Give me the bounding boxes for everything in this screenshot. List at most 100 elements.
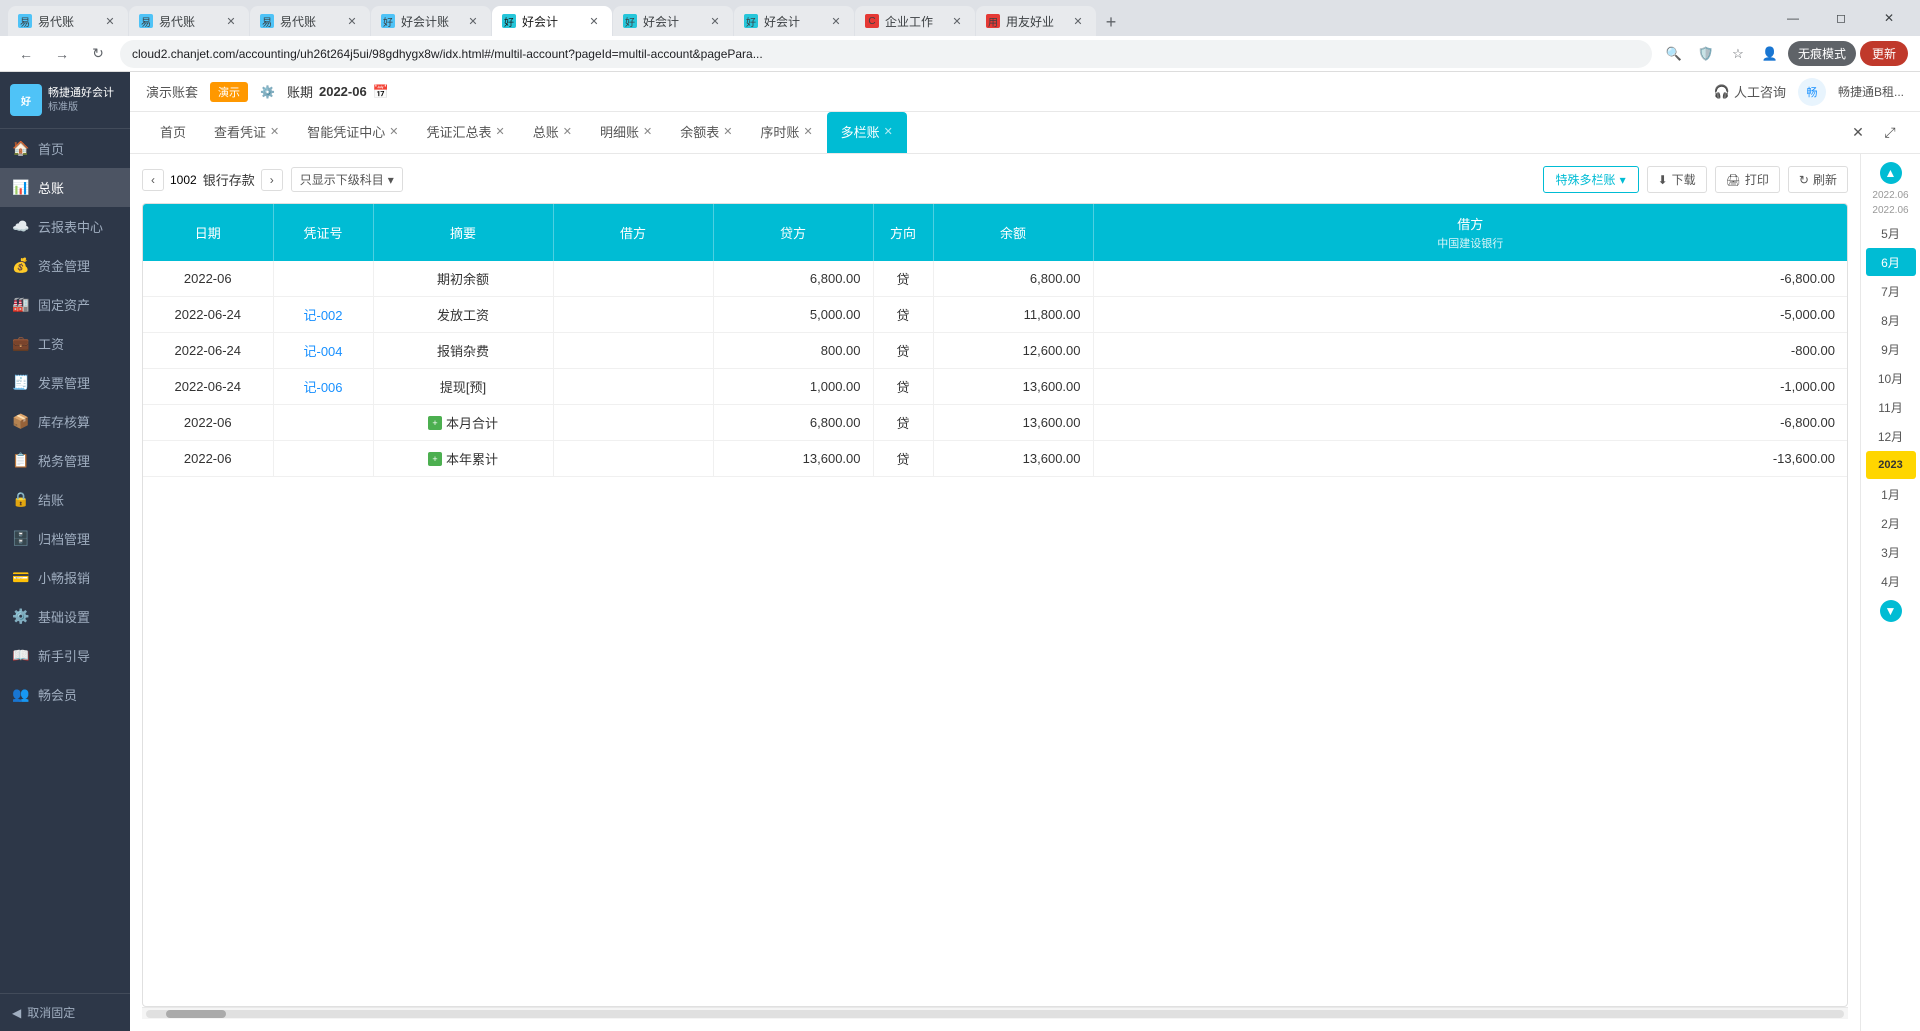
- star-icon[interactable]: ☆: [1724, 40, 1752, 68]
- nav-tab-view-voucher[interactable]: 查看凭证✕: [200, 112, 293, 153]
- nav-tab-close-balance-table[interactable]: ✕: [723, 125, 732, 138]
- month-item-11月[interactable]: 11月: [1866, 393, 1916, 421]
- nav-tab-smart-voucher[interactable]: 智能凭证中心✕: [293, 112, 412, 153]
- month-item-4月[interactable]: 4月: [1866, 567, 1916, 595]
- tab-close-icon[interactable]: ✕: [828, 13, 844, 29]
- tab-close-icon[interactable]: ✕: [344, 13, 360, 29]
- nav-tab-general-ledger[interactable]: 总账✕: [519, 112, 586, 153]
- user-avatar[interactable]: 畅: [1798, 78, 1826, 106]
- tab-close-icon[interactable]: ✕: [102, 13, 118, 29]
- filter-dropdown[interactable]: 只显示下级科目 ▾: [291, 167, 403, 192]
- nav-tab-close-multi-column[interactable]: ✕: [884, 125, 893, 138]
- month-item-2月[interactable]: 2月: [1866, 509, 1916, 537]
- sidebar-item-home[interactable]: 🏠 首页: [0, 129, 130, 168]
- month-item-6月[interactable]: 6月: [1866, 248, 1916, 276]
- tab-close-icon[interactable]: ✕: [223, 13, 239, 29]
- sidebar-item-fund[interactable]: 💰 资金管理: [0, 246, 130, 285]
- sidebar-item-inventory[interactable]: 📦 库存核算: [0, 402, 130, 441]
- month-item-7月[interactable]: 7月: [1866, 277, 1916, 305]
- tab-close-icon[interactable]: ✕: [707, 13, 723, 29]
- month-item-3月[interactable]: 3月: [1866, 538, 1916, 566]
- sidebar-item-settings[interactable]: ⚙️ 基础设置: [0, 597, 130, 636]
- browser-tab-1[interactable]: 易 易代账 ✕: [8, 6, 128, 36]
- sidebar-item-member[interactable]: 👥 畅会员: [0, 675, 130, 714]
- month-item-8月[interactable]: 8月: [1866, 306, 1916, 334]
- close-button[interactable]: ✕: [1866, 0, 1912, 36]
- voucher-link[interactable]: 记-002: [303, 308, 342, 323]
- nav-tab-balance-table[interactable]: 余额表✕: [666, 112, 746, 153]
- maximize-button[interactable]: ◻: [1818, 0, 1864, 36]
- browser-tab-6[interactable]: 好 好会计 ✕: [613, 6, 733, 36]
- consult-button[interactable]: 🎧 人工咨询: [1714, 82, 1786, 101]
- close-panel-button[interactable]: ✕: [1844, 119, 1872, 147]
- nav-tab-sequence-ledger[interactable]: 序时账✕: [746, 112, 826, 153]
- reload-button[interactable]: ↻: [84, 40, 112, 68]
- sidebar-item-expense[interactable]: 💳 小畅报销: [0, 558, 130, 597]
- back-button[interactable]: ←: [12, 40, 40, 68]
- month-item-5月[interactable]: 5月: [1866, 219, 1916, 247]
- print-button[interactable]: 🖨 打印: [1715, 166, 1780, 193]
- next-account-button[interactable]: ›: [261, 169, 283, 191]
- sidebar-item-fixed-asset[interactable]: 🏭 固定资产: [0, 285, 130, 324]
- month-item-10月[interactable]: 10月: [1866, 364, 1916, 392]
- prev-account-button[interactable]: ‹: [142, 169, 164, 191]
- sidebar-item-invoice[interactable]: 🧾 发票管理: [0, 363, 130, 402]
- refresh-button[interactable]: ↻ 刷新: [1788, 166, 1848, 193]
- incognito-button[interactable]: 无痕模式: [1788, 41, 1856, 66]
- nav-tab-detail-ledger[interactable]: 明细账✕: [586, 112, 666, 153]
- browser-tab-9[interactable]: 用 用友好业 ✕: [976, 6, 1096, 36]
- sidebar-item-guide[interactable]: 📖 新手引导: [0, 636, 130, 675]
- browser-tab-8[interactable]: C 企业工作 ✕: [855, 6, 975, 36]
- download-icon: ⬇: [1658, 173, 1668, 187]
- month-item-2023[interactable]: 2023: [1866, 451, 1916, 479]
- sidebar-item-salary[interactable]: 💼 工资: [0, 324, 130, 363]
- tab-close-icon[interactable]: ✕: [1070, 13, 1086, 29]
- profile-icon[interactable]: 👤: [1756, 40, 1784, 68]
- scroll-up-button[interactable]: ▲: [1880, 162, 1902, 184]
- nav-tab-close-voucher-summary[interactable]: ✕: [496, 125, 505, 138]
- month-item-12月[interactable]: 12月: [1866, 422, 1916, 450]
- nav-tab-close-sequence-ledger[interactable]: ✕: [803, 125, 812, 138]
- nav-tab-multi-column[interactable]: 多栏账 ✕: [827, 112, 907, 153]
- nav-tab-close-view-voucher[interactable]: ✕: [270, 125, 279, 138]
- nav-tab-close-detail-ledger[interactable]: ✕: [643, 125, 652, 138]
- nav-tab-label-multi-column: 多栏账: [841, 122, 880, 141]
- sidebar-item-tax[interactable]: 📋 税务管理: [0, 441, 130, 480]
- expand-panel-button[interactable]: ⤢: [1876, 119, 1904, 147]
- tab-close-icon[interactable]: ✕: [586, 13, 602, 29]
- tab-close-icon[interactable]: ✕: [949, 13, 965, 29]
- browser-tab-5[interactable]: 好 好会计 ✕: [492, 6, 612, 36]
- month-item-1月[interactable]: 1月: [1866, 480, 1916, 508]
- horizontal-scrollbar[interactable]: [142, 1007, 1848, 1019]
- sidebar-item-close[interactable]: 🔒 结账: [0, 480, 130, 519]
- new-tab-button[interactable]: +: [1097, 8, 1125, 36]
- browser-tab-7[interactable]: 好 好会计 ✕: [734, 6, 854, 36]
- download-button[interactable]: ⬇ 下载: [1647, 166, 1707, 193]
- col-balance: 余额: [933, 204, 1093, 261]
- sidebar-item-ledger[interactable]: 📊 总账: [0, 168, 130, 207]
- nav-tab-home[interactable]: 首页: [146, 112, 200, 153]
- sidebar-item-cloud-report[interactable]: ☁️ 云报表中心: [0, 207, 130, 246]
- voucher-link[interactable]: 记-004: [303, 344, 342, 359]
- nav-tab-voucher-summary[interactable]: 凭证汇总表✕: [412, 112, 518, 153]
- voucher-link[interactable]: 记-006: [303, 380, 342, 395]
- nav-tab-close-smart-voucher[interactable]: ✕: [389, 125, 398, 138]
- tab-title: 用友好业: [1006, 13, 1064, 30]
- month-item-9月[interactable]: 9月: [1866, 335, 1916, 363]
- tab-close-icon[interactable]: ✕: [465, 13, 481, 29]
- forward-button[interactable]: →: [48, 40, 76, 68]
- search-icon[interactable]: 🔍: [1660, 40, 1688, 68]
- browser-tab-3[interactable]: 易 易代账 ✕: [250, 6, 370, 36]
- settings-icon[interactable]: ⚙️: [260, 85, 275, 99]
- unpin-button[interactable]: ◀ 取消固定: [12, 1004, 118, 1021]
- minimize-button[interactable]: ―: [1770, 0, 1816, 36]
- special-multi-button[interactable]: 特殊多栏账 ▾: [1543, 166, 1639, 193]
- scroll-down-button[interactable]: ▼: [1880, 600, 1902, 622]
- update-button[interactable]: 更新: [1860, 41, 1908, 66]
- calendar-icon[interactable]: 📅: [373, 84, 389, 100]
- url-bar[interactable]: cloud2.chanjet.com/accounting/uh26t264j5…: [120, 40, 1652, 68]
- nav-tab-close-general-ledger[interactable]: ✕: [563, 125, 572, 138]
- browser-tab-4[interactable]: 好 好会计账 ✕: [371, 6, 491, 36]
- sidebar-item-archive[interactable]: 🗄️ 归档管理: [0, 519, 130, 558]
- browser-tab-2[interactable]: 易 易代账 ✕: [129, 6, 249, 36]
